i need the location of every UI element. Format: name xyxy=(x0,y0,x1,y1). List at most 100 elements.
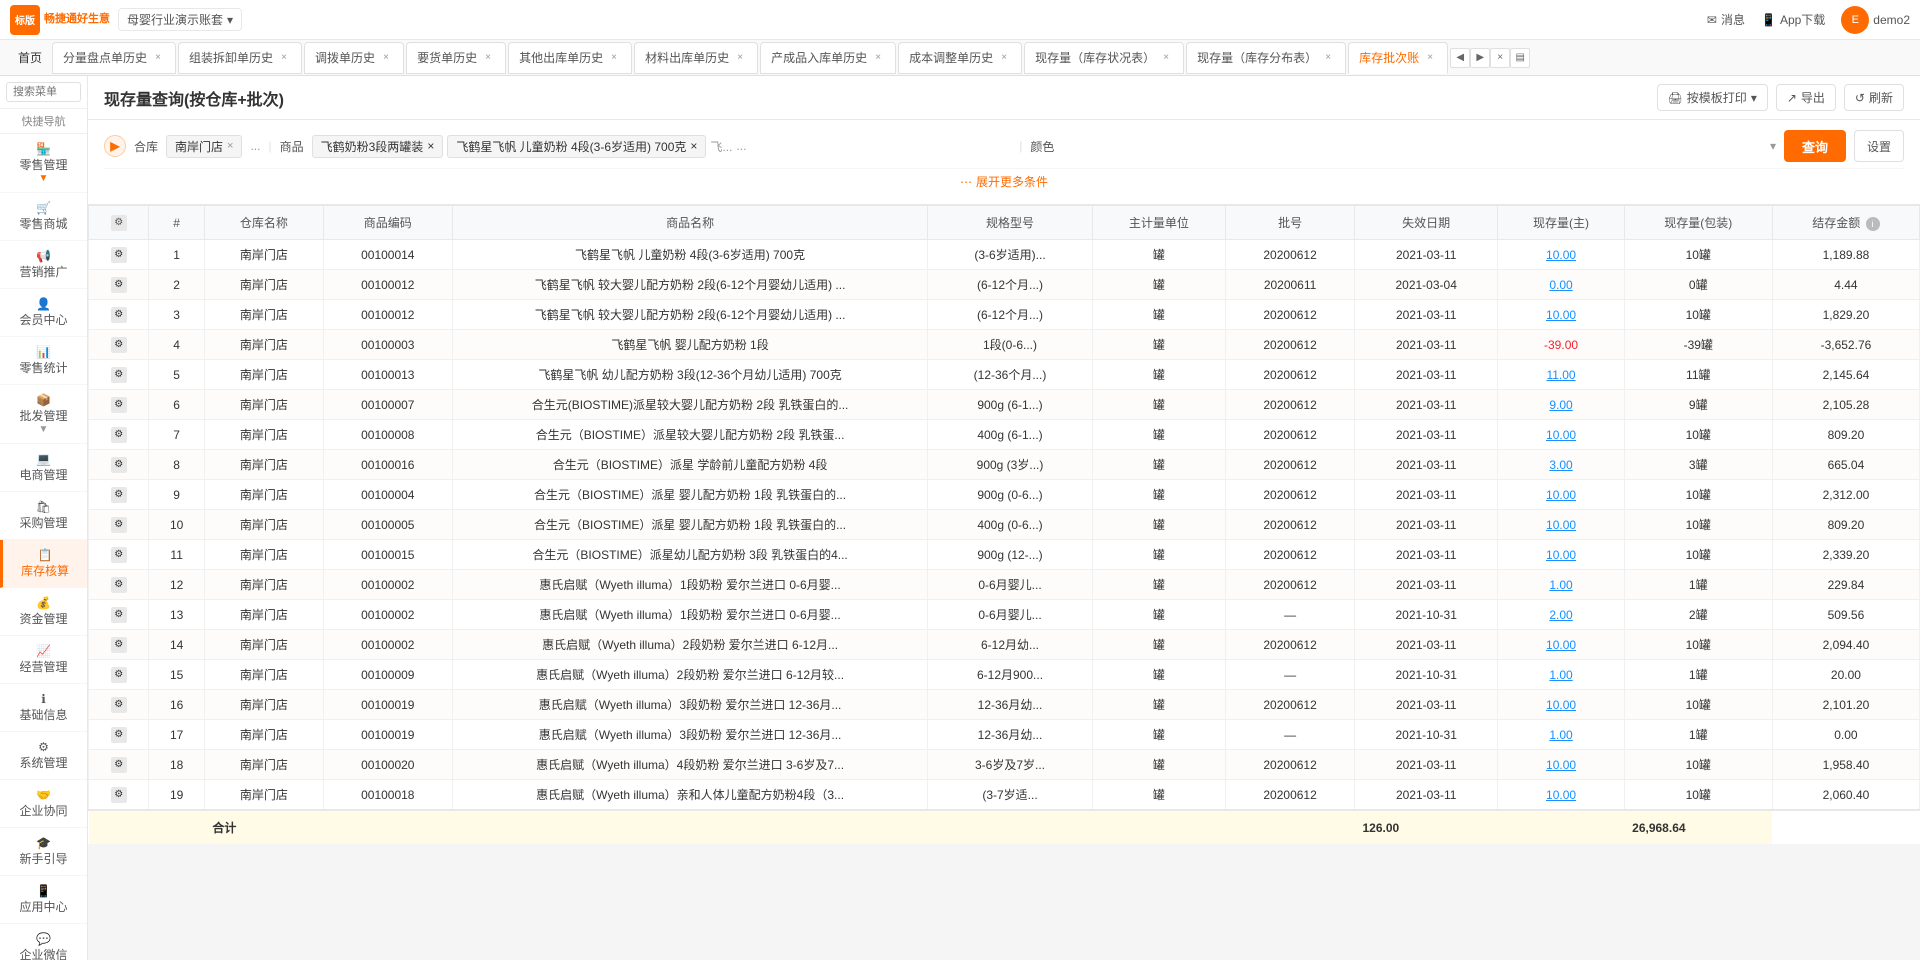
table-settings-icon[interactable]: ⚙ xyxy=(111,215,127,231)
tab-chancheng-close[interactable]: × xyxy=(871,51,885,65)
cell-qty-main-4[interactable]: 11.00 xyxy=(1498,360,1624,390)
filter-expand-more[interactable]: ⋯ 展开更多条件 xyxy=(104,168,1904,194)
sidebar-item-marketing[interactable]: 📢 营销推广 xyxy=(0,241,87,289)
tab-qita[interactable]: 其他出库单历史 × xyxy=(508,42,632,74)
row-settings-icon-10[interactable]: ⚙ xyxy=(111,547,127,563)
app-download-btn[interactable]: 📱 App下载 xyxy=(1761,11,1825,28)
cell-settings-18[interactable]: ⚙ xyxy=(89,780,149,811)
product-tag-1-close[interactable]: × xyxy=(427,139,434,153)
row-settings-icon-16[interactable]: ⚙ xyxy=(111,727,127,743)
cell-qty-main-9[interactable]: 10.00 xyxy=(1498,510,1624,540)
tab-diaob-close[interactable]: × xyxy=(379,51,393,65)
sidebar-item-retail-mgmt[interactable]: 🏪 零售管理 ▼ xyxy=(0,134,87,193)
sidebar-item-guide[interactable]: 🎓 新手引导 xyxy=(0,828,87,876)
row-settings-icon-14[interactable]: ⚙ xyxy=(111,667,127,683)
tab-home[interactable]: 首页 xyxy=(8,42,52,74)
qty-main-link-15[interactable]: 10.00 xyxy=(1546,698,1576,712)
org-select[interactable]: 母婴行业演示账套 ▾ xyxy=(118,8,242,31)
cell-qty-main-10[interactable]: 10.00 xyxy=(1498,540,1624,570)
row-settings-icon-17[interactable]: ⚙ xyxy=(111,757,127,773)
sidebar-item-ecommerce[interactable]: 💻 电商管理 xyxy=(0,444,87,492)
product-more[interactable]: 飞... xyxy=(710,138,732,155)
row-settings-icon-9[interactable]: ⚙ xyxy=(111,517,127,533)
tab-chancheng[interactable]: 产成品入库单历史 × xyxy=(760,42,896,74)
cell-settings-13[interactable]: ⚙ xyxy=(89,630,149,660)
tab-cailiao[interactable]: 材料出库单历史 × xyxy=(634,42,758,74)
qty-main-link-14[interactable]: 1.00 xyxy=(1549,668,1572,682)
qty-main-link-17[interactable]: 10.00 xyxy=(1546,758,1576,772)
tab-yaohuo-close[interactable]: × xyxy=(481,51,495,65)
qty-main-link-0[interactable]: 10.00 xyxy=(1546,248,1576,262)
cell-settings-2[interactable]: ⚙ xyxy=(89,300,149,330)
qty-main-link-9[interactable]: 10.00 xyxy=(1546,518,1576,532)
cell-qty-main-15[interactable]: 10.00 xyxy=(1498,690,1624,720)
tab-batch[interactable]: 库存批次账 × xyxy=(1348,42,1448,74)
qty-main-link-7[interactable]: 3.00 xyxy=(1549,458,1572,472)
cell-settings-9[interactable]: ⚙ xyxy=(89,510,149,540)
qty-main-link-11[interactable]: 1.00 xyxy=(1549,578,1572,592)
tab-zuzhuan-close[interactable]: × xyxy=(277,51,291,65)
qty-main-link-18[interactable]: 10.00 xyxy=(1546,788,1576,802)
qty-main-link-13[interactable]: 10.00 xyxy=(1546,638,1576,652)
tab-diaob[interactable]: 调拨单历史 × xyxy=(304,42,404,74)
refresh-btn[interactable]: ↺ 刷新 xyxy=(1844,84,1904,111)
row-settings-icon-8[interactable]: ⚙ xyxy=(111,487,127,503)
cell-settings-4[interactable]: ⚙ xyxy=(89,360,149,390)
cell-qty-main-6[interactable]: 10.00 xyxy=(1498,420,1624,450)
col-settings[interactable]: ⚙ xyxy=(89,206,149,240)
row-settings-icon-15[interactable]: ⚙ xyxy=(111,697,127,713)
qty-main-link-16[interactable]: 1.00 xyxy=(1549,728,1572,742)
row-settings-icon-6[interactable]: ⚙ xyxy=(111,427,127,443)
row-settings-icon-0[interactable]: ⚙ xyxy=(111,247,127,263)
cell-qty-main-3[interactable]: -39.00 xyxy=(1498,330,1624,360)
row-settings-icon-2[interactable]: ⚙ xyxy=(111,307,127,323)
tab-zuzhuan[interactable]: 组装拆卸单历史 × xyxy=(178,42,302,74)
sidebar-item-basic-info[interactable]: ℹ 基础信息 xyxy=(0,684,87,732)
sidebar-item-finance[interactable]: 💰 资金管理 xyxy=(0,588,87,636)
product-tag-2-close[interactable]: × xyxy=(690,139,697,153)
amount-info-icon[interactable]: i xyxy=(1866,217,1880,231)
user-area[interactable]: E demo2 xyxy=(1841,6,1910,34)
sidebar-item-system[interactable]: ⚙ 系统管理 xyxy=(0,732,87,780)
cell-qty-main-8[interactable]: 10.00 xyxy=(1498,480,1624,510)
qty-main-link-10[interactable]: 10.00 xyxy=(1546,548,1576,562)
row-settings-icon-1[interactable]: ⚙ xyxy=(111,277,127,293)
tab-inventory-status[interactable]: 现存量（库存状况表） × xyxy=(1024,42,1184,74)
tab-cost-close[interactable]: × xyxy=(997,51,1011,65)
sidebar-item-operations[interactable]: 📈 经营管理 xyxy=(0,636,87,684)
tab-prev-btn[interactable]: ◀ xyxy=(1450,48,1470,68)
sidebar-quick-nav[interactable]: 快捷导航 xyxy=(0,109,87,134)
cell-qty-main-17[interactable]: 10.00 xyxy=(1498,750,1624,780)
color-dropdown-icon[interactable]: ▾ xyxy=(1770,139,1776,153)
row-settings-icon-13[interactable]: ⚙ xyxy=(111,637,127,653)
tab-cost[interactable]: 成本调整单历史 × xyxy=(898,42,1022,74)
cell-settings-11[interactable]: ⚙ xyxy=(89,570,149,600)
tab-fenpan-close[interactable]: × xyxy=(151,51,165,65)
qty-main-link-1[interactable]: 0.00 xyxy=(1549,278,1572,292)
cell-qty-main-16[interactable]: 1.00 xyxy=(1498,720,1624,750)
cell-settings-1[interactable]: ⚙ xyxy=(89,270,149,300)
sidebar-item-wholesale[interactable]: 📦 批发管理 ▼ xyxy=(0,385,87,444)
qty-main-link-5[interactable]: 9.00 xyxy=(1549,398,1572,412)
cell-settings-16[interactable]: ⚙ xyxy=(89,720,149,750)
sidebar-item-retail-mall[interactable]: 🛒 零售商城 xyxy=(0,193,87,241)
cell-qty-main-13[interactable]: 10.00 xyxy=(1498,630,1624,660)
sidebar-item-weixin[interactable]: 💬 企业微信 xyxy=(0,924,87,960)
tab-inventory-dist[interactable]: 现存量（库存分布表） × xyxy=(1186,42,1346,74)
print-btn[interactable]: 🖨 按模板打印 ▾ xyxy=(1657,84,1768,111)
settings-btn[interactable]: 设置 xyxy=(1854,130,1904,162)
qty-main-link-8[interactable]: 10.00 xyxy=(1546,488,1576,502)
row-settings-icon-3[interactable]: ⚙ xyxy=(111,337,127,353)
qty-main-link-12[interactable]: 2.00 xyxy=(1549,608,1572,622)
sidebar-item-collab[interactable]: 🤝 企业协同 xyxy=(0,780,87,828)
row-settings-icon-4[interactable]: ⚙ xyxy=(111,367,127,383)
tab-qita-close[interactable]: × xyxy=(607,51,621,65)
row-settings-icon-18[interactable]: ⚙ xyxy=(111,787,127,803)
qty-main-link-3[interactable]: -39.00 xyxy=(1544,338,1578,352)
sidebar-item-retail-stats[interactable]: 📊 零售统计 xyxy=(0,337,87,385)
filter-expand-btn[interactable]: ▶ xyxy=(104,135,126,157)
cell-qty-main-18[interactable]: 10.00 xyxy=(1498,780,1624,811)
cell-settings-10[interactable]: ⚙ xyxy=(89,540,149,570)
tab-inventory-dist-close[interactable]: × xyxy=(1321,51,1335,65)
message-btn[interactable]: ✉ 消息 xyxy=(1707,11,1745,28)
